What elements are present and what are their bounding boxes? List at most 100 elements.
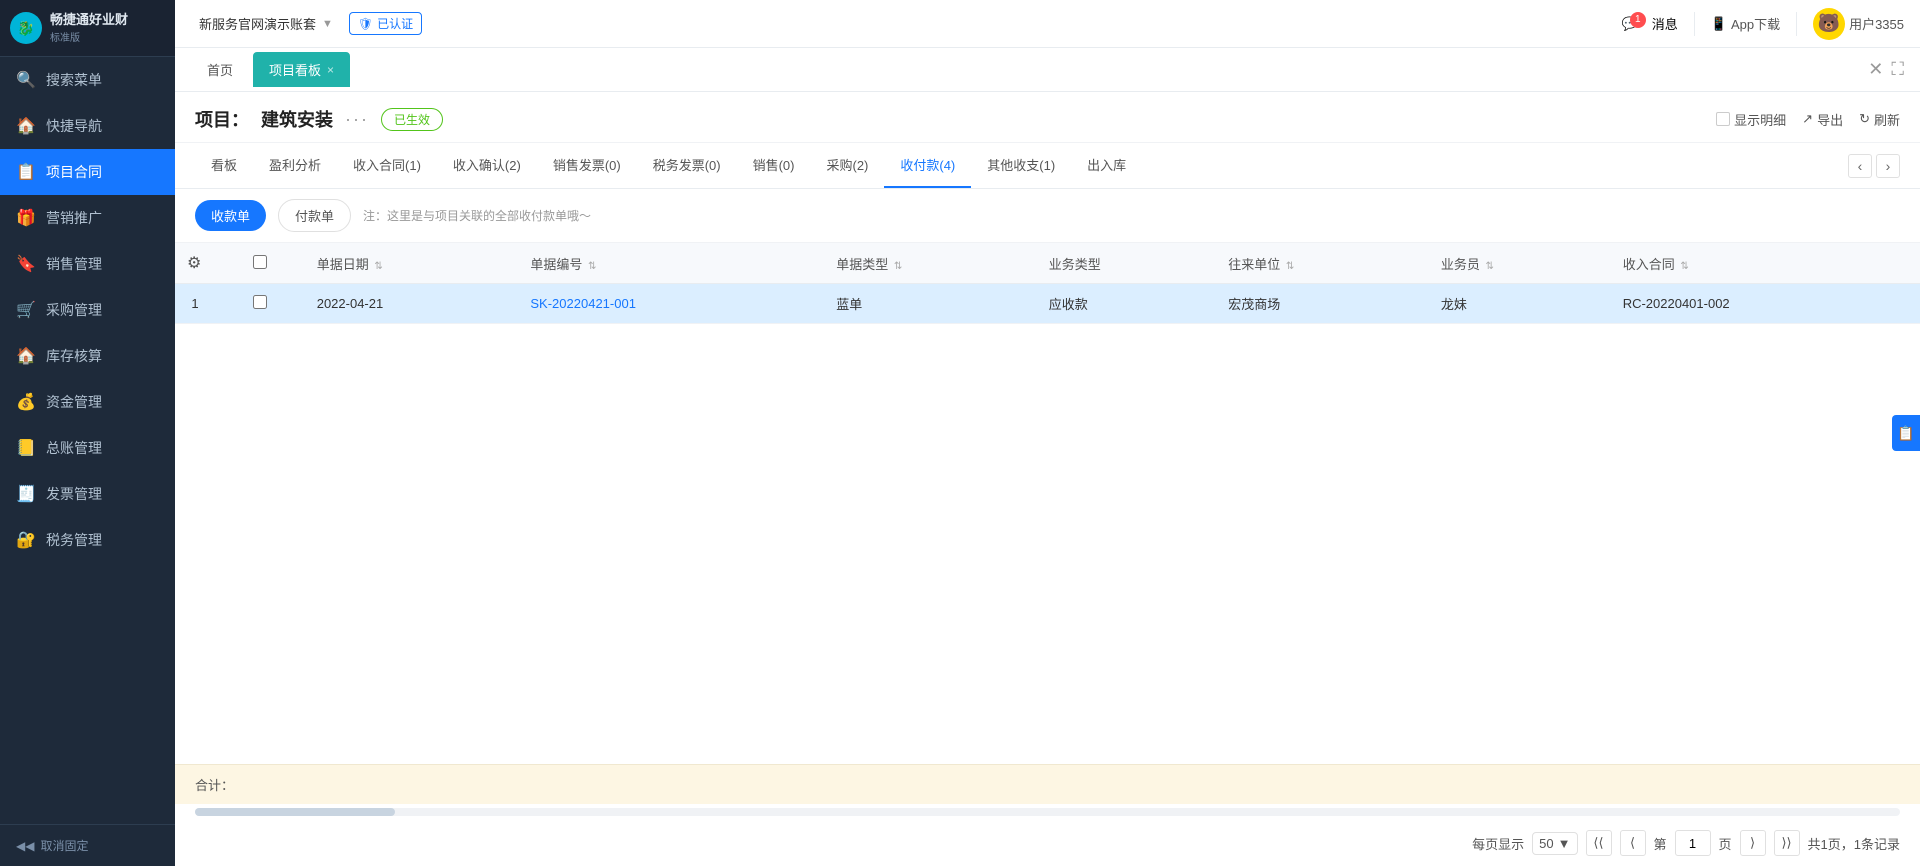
message-label: 消息 xyxy=(1652,14,1678,33)
sidebar-item-purchase-mgmt[interactable]: 🛒采购管理 xyxy=(0,287,175,333)
scroll-bar-area xyxy=(175,804,1920,820)
sub-tab-receive-pay[interactable]: 收付款(4) xyxy=(884,143,971,188)
sidebar-item-label: 资金管理 xyxy=(46,392,102,412)
message-action[interactable]: 💬 1 消息 xyxy=(1622,14,1678,33)
sidebar-item-invoice[interactable]: 🧾发票管理 xyxy=(0,471,175,517)
sub-tab-prev-btn[interactable]: ‹ xyxy=(1848,154,1872,178)
tax-icon: 🔐 xyxy=(16,530,36,550)
logo-icon: 🐉 xyxy=(17,20,34,37)
user-label: 用户3355 xyxy=(1849,14,1904,33)
user-avatar: 🐻 xyxy=(1813,8,1845,40)
sidebar-item-label: 采购管理 xyxy=(46,300,102,320)
sub-tab-sales[interactable]: 销售(0) xyxy=(737,143,811,188)
sub-tab-income-contract[interactable]: 收入合同(1) xyxy=(337,143,437,188)
sub-tab-sales-invoice[interactable]: 销售发票(0) xyxy=(537,143,637,188)
sidebar-subtitle: 标准版 xyxy=(50,29,128,44)
account-name: 新服务官网演示账套 xyxy=(199,14,316,33)
table-col-contract[interactable]: 收入合同 ⇅ xyxy=(1611,243,1920,284)
sidebar-item-quick-nav[interactable]: 🏠快捷导航 xyxy=(0,103,175,149)
sub-tab-purchase[interactable]: 采购(2) xyxy=(810,143,884,188)
sub-tab-in-out-store[interactable]: 出入库 xyxy=(1071,143,1142,188)
table-body: 1 2022-04-21 SK-20220421-001 蓝单 应收款 宏茂商场… xyxy=(175,284,1920,324)
show-detail-checkbox[interactable] xyxy=(1716,112,1730,126)
sidebar-item-sales-mgmt[interactable]: 🔖销售管理 xyxy=(0,241,175,287)
feedback-icon: 📋 xyxy=(1897,425,1914,442)
prev-page-btn[interactable]: ⟨ xyxy=(1620,830,1646,856)
app-download-action[interactable]: 📱 App下载 xyxy=(1711,14,1780,33)
sort-icon-type: ⇅ xyxy=(894,261,902,272)
scroll-track[interactable] xyxy=(195,808,1900,816)
receipt-filter-btn[interactable]: 收款单 xyxy=(195,200,266,231)
sidebar-item-project-contract[interactable]: 📋项目合同 xyxy=(0,149,175,195)
table-col-type[interactable]: 单据类型 ⇅ xyxy=(824,243,1037,284)
table-cell-checkbox xyxy=(215,284,305,324)
scroll-thumb[interactable] xyxy=(195,808,395,816)
sub-tab-income-confirm[interactable]: 收入确认(2) xyxy=(437,143,537,188)
maximize-window-btn[interactable]: ⛶ xyxy=(1891,59,1904,80)
sub-tab-kanban[interactable]: 看板 xyxy=(195,143,253,188)
export-action[interactable]: ↗ 导出 xyxy=(1802,110,1843,129)
more-options-icon[interactable]: ··· xyxy=(345,109,369,130)
account-selector[interactable]: 新服务官网演示账套 ▼ xyxy=(191,10,341,37)
summary-bar: 合计： xyxy=(175,764,1920,804)
tab-project-board[interactable]: 项目看板 × xyxy=(253,52,350,87)
sub-tab-other-income[interactable]: 其他收支(1) xyxy=(971,143,1071,188)
page-input[interactable] xyxy=(1675,830,1711,856)
table-col-salesman[interactable]: 业务员 ⇅ xyxy=(1429,243,1611,284)
table-row[interactable]: 1 2022-04-21 SK-20220421-001 蓝单 应收款 宏茂商场… xyxy=(175,284,1920,324)
sticky-feedback-icon[interactable]: 📋 xyxy=(1892,415,1920,451)
shield-icon: 🛡 xyxy=(358,17,373,31)
sidebar-footer[interactable]: ◀◀ 取消固定 xyxy=(0,824,175,866)
certified-label: 已认证 xyxy=(377,15,413,32)
total-info: 共1页，1条记录 xyxy=(1808,834,1900,853)
first-page-btn[interactable]: ⟨⟨ xyxy=(1586,830,1612,856)
tab-close-icon[interactable]: × xyxy=(327,63,334,77)
tab-home-label: 首页 xyxy=(207,60,233,79)
sidebar-item-label: 搜索菜单 xyxy=(46,70,102,90)
sort-icon-contract: ⇅ xyxy=(1680,261,1688,272)
table-col-date[interactable]: 单据日期 ⇅ xyxy=(305,243,519,284)
show-detail-action[interactable]: 显示明细 xyxy=(1716,110,1786,129)
sidebar-item-label: 销售管理 xyxy=(46,254,102,274)
message-badge: 1 xyxy=(1630,12,1646,28)
sidebar-item-label: 库存核算 xyxy=(46,346,102,366)
table-cell-number[interactable]: SK-20220421-001 xyxy=(518,284,824,324)
sort-icon-salesman: ⇅ xyxy=(1485,261,1493,272)
sub-tab-next-btn[interactable]: › xyxy=(1876,154,1900,178)
page-label-pre: 第 xyxy=(1654,834,1667,853)
user-action[interactable]: 🐻 用户3355 xyxy=(1813,8,1904,40)
last-page-btn[interactable]: ⟩⟩ xyxy=(1774,830,1800,856)
sub-tab-profit[interactable]: 盈利分析 xyxy=(253,143,337,188)
table-cell-contract: RC-20220401-002 xyxy=(1611,284,1920,324)
table-cell-type: 蓝单 xyxy=(824,284,1037,324)
table-col-partner[interactable]: 往来单位 ⇅ xyxy=(1216,243,1429,284)
sidebar-item-ledger[interactable]: 📒总账管理 xyxy=(0,425,175,471)
close-window-btn[interactable]: ✕ xyxy=(1868,59,1883,80)
tab-bar: 首页 项目看板 × ✕ ⛶ xyxy=(175,48,1920,92)
project-label: 项目： xyxy=(195,106,249,132)
row-checkbox[interactable] xyxy=(253,295,267,309)
sidebar-item-marketing[interactable]: 🎁 营销推广 xyxy=(0,195,175,241)
marketing-icon: 🎁 xyxy=(16,208,36,228)
sidebar-item-search[interactable]: 🔍搜索菜单 xyxy=(0,57,175,103)
sub-tab-tax-invoice[interactable]: 税务发票(0) xyxy=(637,143,737,188)
refresh-action[interactable]: ↻ 刷新 xyxy=(1859,110,1900,129)
sidebar-item-label: 快捷导航 xyxy=(46,116,102,136)
sidebar-item-label: 营销推广 xyxy=(46,208,102,228)
last-page-icon: ⟩⟩ xyxy=(1781,835,1791,851)
sidebar-item-finance[interactable]: 💰资金管理 xyxy=(0,379,175,425)
sidebar-item-label: 发票管理 xyxy=(46,484,102,504)
per-page-select[interactable]: 50 ▼ xyxy=(1532,832,1577,855)
sidebar-item-inventory[interactable]: 🏠库存核算 xyxy=(0,333,175,379)
tab-home[interactable]: 首页 xyxy=(191,52,249,87)
sort-icon-number: ⇅ xyxy=(588,261,596,272)
payment-filter-btn[interactable]: 付款单 xyxy=(278,199,351,232)
select-all-checkbox[interactable] xyxy=(253,255,267,269)
sidebar-item-tax[interactable]: 🔐税务管理 xyxy=(0,517,175,563)
table-col-settings[interactable]: ⚙ xyxy=(175,243,215,284)
next-page-btn[interactable]: ⟩ xyxy=(1740,830,1766,856)
document-number-link[interactable]: SK-20220421-001 xyxy=(530,296,636,311)
table-col-number[interactable]: 单据编号 ⇅ xyxy=(518,243,824,284)
tab-project-board-label: 项目看板 xyxy=(269,60,321,79)
sidebar-brand: 畅捷通好业财 标准版 xyxy=(50,12,128,44)
